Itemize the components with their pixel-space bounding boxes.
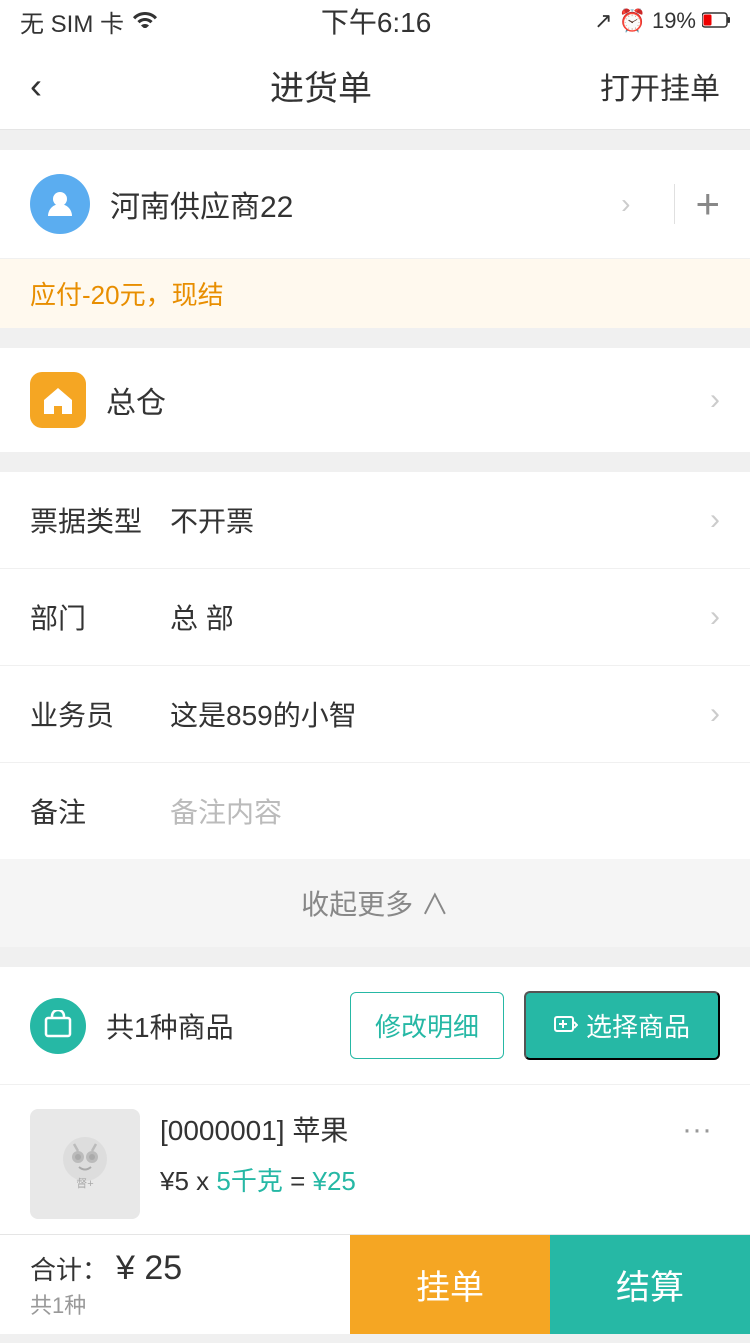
section-gap-1 [0,130,750,150]
open-hang-button[interactable]: 打开挂单 [600,64,720,108]
product-item: 督+ [0000001] 苹果 ¥5 x 5千克 = ¥25 ··· [0,1084,750,1243]
supplier-avatar [30,174,90,234]
battery-percent: 19% [652,8,696,34]
product-unit-price: ¥5 x [160,1166,216,1196]
department-chevron-icon: › [710,600,720,634]
total-section: 合计： ¥ 25 共1种 [0,1235,350,1334]
product-total: ¥25 [312,1166,355,1196]
total-amount: ¥ 25 [116,1249,182,1288]
product-header: 共1种商品 修改明细 选择商品 [0,967,750,1084]
section-gap-3 [0,452,750,472]
department-row[interactable]: 部门 总 部 › [0,569,750,666]
add-supplier-button[interactable]: + [695,183,720,225]
department-label: 部门 [30,597,170,637]
product-code: [0000001] [160,1115,292,1146]
warehouse-chevron-icon: › [710,383,720,417]
product-card: 共1种商品 修改明细 选择商品 督+ [0,967,750,1243]
remark-row[interactable]: 备注 备注内容 [0,763,750,859]
product-info: [0000001] 苹果 ¥5 x 5千克 = ¥25 [160,1109,654,1198]
section-gap-2 [0,328,750,348]
salesperson-row[interactable]: 业务员 这是859的小智 › [0,666,750,763]
supplier-chevron-icon: › [621,188,630,220]
warehouse-icon [30,372,86,428]
wifi-icon [132,7,158,35]
hang-button[interactable]: 挂单 [350,1235,550,1334]
salesperson-value: 这是859的小智 [170,694,710,734]
alarm-icon: ⏰ [619,8,646,34]
product-price: ¥5 x 5千克 = ¥25 [160,1161,654,1198]
ticket-type-value: 不开票 [170,500,710,540]
ticket-type-label: 票据类型 [30,500,170,540]
product-title: 苹果 [292,1115,348,1146]
edit-detail-button[interactable]: 修改明细 [350,992,504,1059]
ticket-type-row[interactable]: 票据类型 不开票 › [0,472,750,569]
product-equals: = [283,1166,313,1196]
supplier-card: 河南供应商22 › + 应付-20元，现结 [0,150,750,328]
collapse-button[interactable]: 收起更多 ∧ [0,859,750,947]
bottom-bar: 合计： ¥ 25 共1种 挂单 结算 [0,1234,750,1334]
battery-icon [702,8,730,34]
product-count-text: 共1种商品 [106,1006,330,1046]
status-time: 下午6:16 [321,1,432,41]
product-name: [0000001] 苹果 [160,1109,654,1149]
nav-bar: ‹ 进货单 打开挂单 [0,42,750,130]
checkout-button[interactable]: 结算 [550,1235,750,1334]
product-count-icon [30,998,86,1054]
remark-value: 备注内容 [170,791,720,831]
back-button[interactable]: ‹ [30,65,42,107]
salesperson-label: 业务员 [30,694,170,734]
payment-hint: 应付-20元，现结 [0,259,750,328]
total-label: 合计： [30,1250,108,1287]
select-product-button[interactable]: 选择商品 [524,991,720,1060]
sim-text: 无 SIM 卡 [20,4,124,39]
page-title: 进货单 [270,61,372,110]
warehouse-name: 总仓 [106,378,710,422]
warehouse-row[interactable]: 总仓 › [0,348,750,452]
status-left: 无 SIM 卡 [20,4,158,39]
divider [674,184,675,224]
remark-label: 备注 [30,791,170,831]
salesperson-chevron-icon: › [710,697,720,731]
department-value: 总 部 [170,597,710,637]
section-gap-4 [0,947,750,967]
supplier-row[interactable]: 河南供应商22 › + [0,150,750,259]
status-bar: 无 SIM 卡 下午6:16 ↗ ⏰ 19% [0,0,750,42]
location-icon: ↗ [594,8,612,34]
status-right: ↗ ⏰ 19% [594,8,730,34]
form-card: 票据类型 不开票 › 部门 总 部 › 业务员 这是859的小智 › 备注 备注… [0,472,750,859]
ticket-type-chevron-icon: › [710,503,720,537]
warehouse-card: 总仓 › [0,348,750,452]
supplier-name: 河南供应商22 [110,182,621,226]
product-quantity: 5千克 [216,1166,282,1196]
more-options-button[interactable]: ··· [674,1109,720,1151]
total-count: 共1种 [30,1288,320,1320]
product-thumbnail: 督+ [30,1109,140,1219]
svg-text:督+: 督+ [76,1176,93,1190]
select-product-label: 选择商品 [586,1007,690,1044]
